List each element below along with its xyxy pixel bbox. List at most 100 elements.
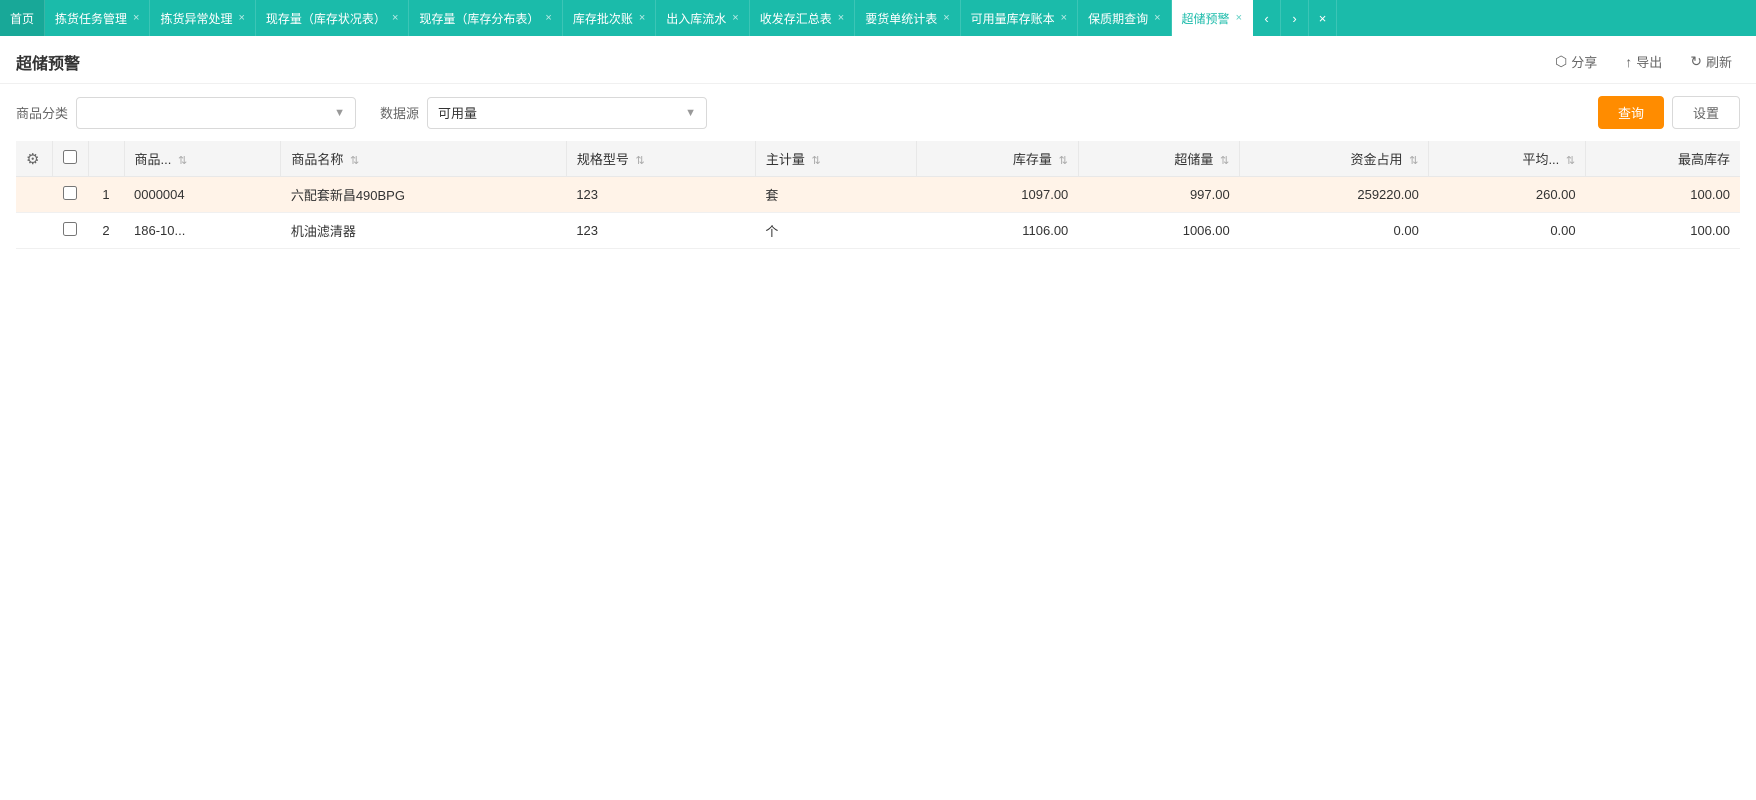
row1-checkbox-cell[interactable]: [52, 177, 88, 213]
nav-task-mgmt[interactable]: 拣货任务管理 ×: [45, 0, 150, 36]
export-button[interactable]: ↑ 导出: [1617, 48, 1670, 75]
col-gear: ⚙: [16, 141, 52, 177]
row1-num: 1: [88, 177, 124, 213]
product-category-chevron-icon: ▼: [334, 107, 345, 119]
row2-unit: 个: [755, 213, 916, 249]
row2-inventory: 1106.00: [917, 213, 1078, 249]
data-source-select[interactable]: 可用量 ▼: [427, 97, 707, 129]
close-inventory-dist[interactable]: ×: [545, 12, 551, 24]
table-header-row: ⚙ 商品... ⇅ 商品名称 ⇅ 规格型号: [16, 141, 1740, 177]
nav-overstock-warn[interactable]: 超储预警 ×: [1172, 0, 1253, 36]
nav-recv-send[interactable]: 收发存汇总表 ×: [750, 0, 855, 36]
nav-batch-account[interactable]: 库存批次账 ×: [563, 0, 656, 36]
share-button[interactable]: ⬡ 分享: [1547, 48, 1605, 75]
close-inventory-status[interactable]: ×: [392, 12, 398, 24]
col-spec-header[interactable]: 规格型号 ⇅: [566, 141, 755, 177]
row2-checkbox[interactable]: [63, 222, 77, 236]
col-inventory-header[interactable]: 库存量 ⇅: [917, 141, 1078, 177]
close-inout-flow[interactable]: ×: [732, 12, 738, 24]
row2-product-code: 186-10...: [124, 213, 281, 249]
row2-max-stock: 100.00: [1586, 213, 1740, 249]
col-product-name-header[interactable]: 商品名称 ⇅: [281, 141, 567, 177]
table-container: ⚙ 商品... ⇅ 商品名称 ⇅ 规格型号: [0, 141, 1756, 249]
nav-inventory-status[interactable]: 现存量（库存状况表） ×: [256, 0, 409, 36]
page-title: 超储预警: [16, 50, 80, 74]
close-avail-ledger[interactable]: ×: [1061, 12, 1067, 24]
nav-next-arrow[interactable]: ›: [1281, 0, 1309, 36]
nav-order-stats[interactable]: 要货单统计表 ×: [855, 0, 960, 36]
close-batch-account[interactable]: ×: [639, 12, 645, 24]
data-source-label: 数据源: [380, 103, 419, 122]
close-order-stats[interactable]: ×: [943, 12, 949, 24]
data-source-chevron-icon: ▼: [685, 107, 696, 119]
sort-avg-icon: ⇅: [1566, 155, 1575, 167]
table-header: ⚙ 商品... ⇅ 商品名称 ⇅ 规格型号: [16, 141, 1740, 177]
close-task-mgmt[interactable]: ×: [133, 12, 139, 24]
nav-inventory-dist[interactable]: 现存量（库存分布表） ×: [409, 0, 562, 36]
col-overstock-header[interactable]: 超储量 ⇅: [1078, 141, 1239, 177]
data-source-filter: 数据源 可用量 ▼: [380, 97, 707, 129]
sort-capital-icon: ⇅: [1409, 155, 1418, 167]
select-all-checkbox[interactable]: [63, 150, 77, 164]
top-navigation: 首页 拣货任务管理 × 拣货异常处理 × 现存量（库存状况表） × 现存量（库存…: [0, 0, 1756, 36]
row1-spec: 123: [566, 177, 755, 213]
close-quality-check[interactable]: ×: [1154, 12, 1160, 24]
nav-abnormal[interactable]: 拣货异常处理 ×: [150, 0, 255, 36]
row1-checkbox[interactable]: [63, 186, 77, 200]
row1-product-code: 0000004: [124, 177, 281, 213]
row1-capital: 259220.00: [1240, 177, 1429, 213]
row1-gear-cell: [16, 177, 52, 213]
settings-button[interactable]: 设置: [1672, 96, 1740, 129]
nav-close-arrow[interactable]: ×: [1309, 0, 1337, 36]
row1-unit: 套: [755, 177, 916, 213]
data-table: ⚙ 商品... ⇅ 商品名称 ⇅ 规格型号: [16, 141, 1740, 249]
data-source-value: 可用量: [438, 103, 477, 122]
row1-avg: 260.00: [1429, 177, 1586, 213]
export-icon: ↑: [1625, 54, 1632, 70]
column-settings-icon[interactable]: ⚙: [26, 151, 39, 168]
row2-num: 2: [88, 213, 124, 249]
col-max-stock-header[interactable]: 最高库存: [1586, 141, 1740, 177]
close-recv-send[interactable]: ×: [838, 12, 844, 24]
nav-inout-flow[interactable]: 出入库流水 ×: [656, 0, 749, 36]
table-body: 1 0000004 六配套新昌490BPG 123 套 1097.00 997.…: [16, 177, 1740, 249]
sort-product-code-icon: ⇅: [178, 155, 187, 167]
row1-overstock: 997.00: [1078, 177, 1239, 213]
product-category-select[interactable]: ▼: [76, 97, 356, 129]
col-avg-header[interactable]: 平均... ⇅: [1429, 141, 1586, 177]
refresh-button[interactable]: ↻ 刷新: [1682, 48, 1740, 75]
nav-quality-check[interactable]: 保质期查询 ×: [1078, 0, 1171, 36]
col-unit-header[interactable]: 主计量 ⇅: [755, 141, 916, 177]
product-category-label: 商品分类: [16, 103, 68, 122]
col-capital-header[interactable]: 资金占用 ⇅: [1240, 141, 1429, 177]
row1-inventory: 1097.00: [917, 177, 1078, 213]
row1-product-name: 六配套新昌490BPG: [281, 177, 567, 213]
row2-spec: 123: [566, 213, 755, 249]
share-icon: ⬡: [1555, 53, 1567, 70]
nav-avail-ledger[interactable]: 可用量库存账本 ×: [961, 0, 1078, 36]
row1-max-stock: 100.00: [1586, 177, 1740, 213]
row2-overstock: 1006.00: [1078, 213, 1239, 249]
table-row: 1 0000004 六配套新昌490BPG 123 套 1097.00 997.…: [16, 177, 1740, 213]
page-container: 超储预警 ⬡ 分享 ↑ 导出 ↻ 刷新 商品分类 ▼ 数据源: [0, 36, 1756, 800]
row2-checkbox-cell[interactable]: [52, 213, 88, 249]
nav-home[interactable]: 首页: [0, 0, 45, 36]
sort-spec-icon: ⇅: [635, 155, 644, 167]
row2-product-name: 机油滤清器: [281, 213, 567, 249]
header-actions: ⬡ 分享 ↑ 导出 ↻ 刷新: [1547, 48, 1740, 75]
sort-unit-icon: ⇅: [812, 155, 821, 167]
sort-product-name-icon: ⇅: [350, 155, 359, 167]
col-checkbox-header[interactable]: [52, 141, 88, 177]
col-product-code-header[interactable]: 商品... ⇅: [124, 141, 281, 177]
sort-inventory-icon: ⇅: [1059, 155, 1068, 167]
query-button[interactable]: 查询: [1598, 96, 1664, 129]
row2-capital: 0.00: [1240, 213, 1429, 249]
close-abnormal[interactable]: ×: [238, 12, 244, 24]
sort-overstock-icon: ⇅: [1220, 155, 1229, 167]
close-overstock-warn[interactable]: ×: [1236, 12, 1242, 24]
nav-prev-arrow[interactable]: ‹: [1253, 0, 1281, 36]
table-row: 2 186-10... 机油滤清器 123 个 1106.00 1006.00 …: [16, 213, 1740, 249]
filter-area: 商品分类 ▼ 数据源 可用量 ▼ 查询 设置: [0, 84, 1756, 141]
filter-buttons: 查询 设置: [1598, 96, 1740, 129]
product-category-filter: 商品分类 ▼: [16, 97, 356, 129]
